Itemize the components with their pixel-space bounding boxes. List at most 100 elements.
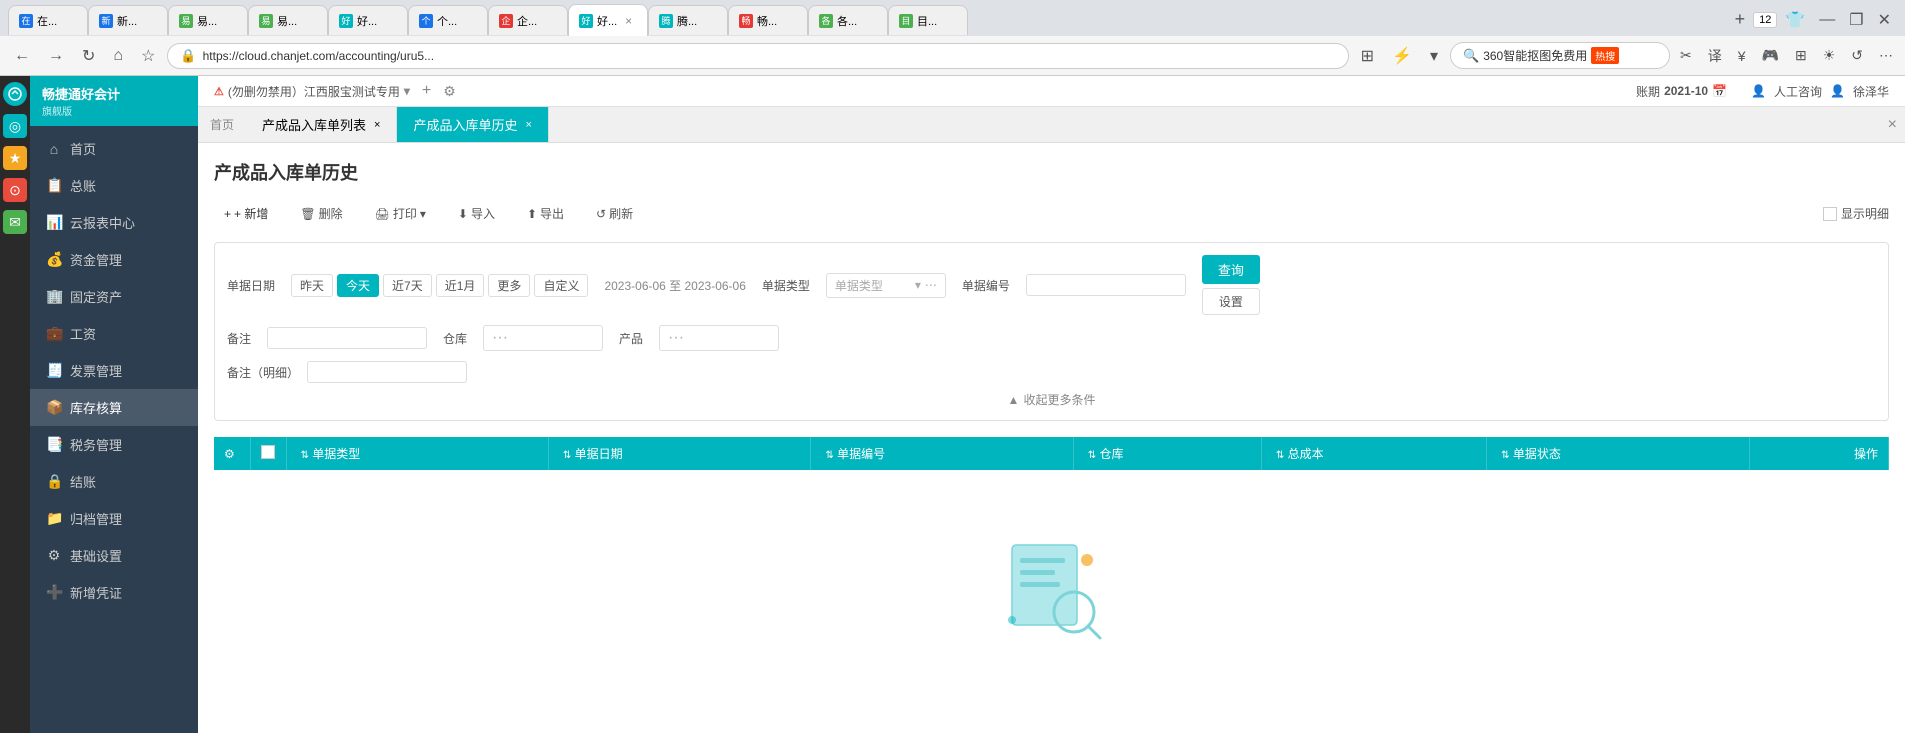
window-minimize-button[interactable]: — bbox=[1813, 9, 1841, 31]
back-button[interactable]: ← bbox=[8, 43, 36, 69]
table-header-total-cost[interactable]: ⇅ 总成本 bbox=[1261, 437, 1486, 470]
home-button[interactable]: ⌂ bbox=[107, 43, 129, 69]
dropdown-button[interactable]: ▾ bbox=[1424, 42, 1444, 70]
setting-button[interactable]: 设置 bbox=[1202, 288, 1260, 315]
collapse-filters-button[interactable]: ▲ 收起更多条件 bbox=[1008, 391, 1096, 408]
user-actions-area: 👤 人工咨询 👤 徐泽华 bbox=[1751, 83, 1889, 100]
remark-detail-input[interactable] bbox=[307, 361, 467, 383]
company-settings-button[interactable]: ⚙ bbox=[443, 83, 456, 100]
table-header-checkbox[interactable] bbox=[250, 437, 286, 470]
table-header-gear[interactable]: ⚙ bbox=[214, 437, 250, 470]
table-header-doc-no[interactable]: ⇅ 单据编号 bbox=[811, 437, 1073, 470]
browser-tab-10[interactable]: 畅 畅... bbox=[728, 5, 808, 35]
new-tab-button[interactable]: + bbox=[1729, 7, 1752, 32]
sidebar-item-tax[interactable]: 📑 税务管理 bbox=[30, 426, 198, 463]
doc-type-select[interactable]: 单据类型 ▾ ⋯ bbox=[826, 273, 946, 298]
browser-tab-12[interactable]: 目 目... bbox=[888, 5, 968, 35]
date-btn-custom[interactable]: 自定义 bbox=[534, 274, 588, 297]
window-maximize-button[interactable]: ❐ bbox=[1843, 8, 1869, 32]
breadcrumb-home[interactable]: 首页 bbox=[198, 108, 246, 141]
service-label[interactable]: 人工咨询 bbox=[1774, 83, 1822, 100]
product-select[interactable]: ··· bbox=[659, 325, 779, 351]
settings-tool[interactable]: ⋯ bbox=[1875, 45, 1897, 66]
app-logo-icon[interactable] bbox=[3, 82, 27, 106]
sidebar-icon-2[interactable]: ★ bbox=[3, 146, 27, 170]
url-bar[interactable]: 🔒 https://cloud.chanjet.com/accounting/u… bbox=[167, 43, 1348, 69]
sidebar-item-reports[interactable]: 📊 云报表中心 bbox=[30, 204, 198, 241]
window-shirt-icon[interactable]: 👕 bbox=[1779, 8, 1811, 32]
undo-tool[interactable]: ↺ bbox=[1847, 45, 1867, 66]
sidebar-item-home[interactable]: ⌂ 首页 bbox=[30, 130, 198, 167]
sidebar-item-payroll[interactable]: 💼 工资 bbox=[30, 315, 198, 352]
search-bar[interactable]: 🔍 360智能抠图免费用 热搜 bbox=[1450, 42, 1670, 69]
browser-tab-9[interactable]: 腾 腾... bbox=[648, 5, 728, 35]
sidebar-item-closing[interactable]: 🔒 结账 bbox=[30, 463, 198, 500]
browser-tab-1[interactable]: 在 在... bbox=[8, 5, 88, 35]
doc-no-input[interactable] bbox=[1026, 274, 1186, 296]
refresh-page-button[interactable]: ↺ 刷新 bbox=[586, 201, 643, 226]
export-button[interactable]: ⬆ 导出 bbox=[517, 201, 574, 226]
tab-2-favicon: 新 bbox=[99, 14, 113, 28]
content-tab-history-close-icon[interactable]: × bbox=[525, 119, 531, 131]
content-tab-history[interactable]: 产成品入库单历史 × bbox=[397, 107, 548, 142]
table-header-warehouse[interactable]: ⇅ 仓库 bbox=[1073, 437, 1261, 470]
browser-tab-2[interactable]: 新 新... bbox=[88, 5, 168, 35]
browser-tab-6[interactable]: 个 个... bbox=[408, 5, 488, 35]
currency-tool[interactable]: ¥ bbox=[1734, 46, 1750, 66]
select-all-checkbox[interactable] bbox=[261, 445, 275, 459]
sidebar-icon-1[interactable]: ◎ bbox=[3, 114, 27, 138]
import-button[interactable]: ⬇ 导入 bbox=[448, 201, 505, 226]
sidebar-item-finance[interactable]: 💰 资金管理 bbox=[30, 241, 198, 278]
tab-9-favicon: 腾 bbox=[659, 14, 673, 28]
company-name: (勿删勿禁用）江西服宝测试专用 bbox=[228, 83, 400, 100]
sidebar-item-newentry[interactable]: ➕ 新增凭证 bbox=[30, 574, 198, 611]
warehouse-select[interactable]: ··· bbox=[483, 325, 603, 351]
game-tool[interactable]: 🎮 bbox=[1758, 45, 1783, 66]
browser-tab-3[interactable]: 易 易... bbox=[168, 5, 248, 35]
sidebar-item-ledger[interactable]: 📋 总账 bbox=[30, 167, 198, 204]
date-btn-more[interactable]: 更多 bbox=[488, 274, 530, 297]
refresh-button[interactable]: ↻ bbox=[76, 42, 101, 70]
sidebar-icon-3[interactable]: ⊙ bbox=[3, 178, 27, 202]
show-cols-checkbox[interactable] bbox=[1823, 207, 1837, 221]
query-button[interactable]: 查询 bbox=[1202, 255, 1260, 284]
calendar-icon[interactable]: 📅 bbox=[1712, 84, 1727, 98]
browser-tab-5[interactable]: 好 好... bbox=[328, 5, 408, 35]
scissors-tool[interactable]: ✂ bbox=[1676, 45, 1696, 66]
browser-tab-7[interactable]: 企 企... bbox=[488, 5, 568, 35]
tab-panel-close-button[interactable]: × bbox=[1880, 116, 1905, 134]
company-selector[interactable]: ⚠ (勿删勿禁用）江西服宝测试专用 ▾ bbox=[214, 83, 410, 100]
print-button[interactable]: 🖨 打印 ▾ bbox=[365, 201, 436, 226]
bookmark-button[interactable]: ☆ bbox=[135, 42, 161, 70]
delete-button[interactable]: 🗑 删除 bbox=[290, 201, 352, 226]
content-tab-list[interactable]: 产成品入库单列表 × bbox=[246, 107, 397, 142]
date-btn-last7[interactable]: 近7天 bbox=[383, 274, 432, 297]
date-btn-last-month[interactable]: 近1月 bbox=[436, 274, 485, 297]
tab-8-close-icon[interactable]: × bbox=[625, 14, 632, 28]
lightning-button[interactable]: ⚡ bbox=[1386, 42, 1418, 70]
content-tab-list-close-icon[interactable]: × bbox=[374, 119, 380, 131]
sidebar-item-assets[interactable]: 🏢 固定资产 bbox=[30, 278, 198, 315]
add-company-button[interactable]: + bbox=[422, 82, 431, 100]
browser-tab-11[interactable]: 各 各... bbox=[808, 5, 888, 35]
browser-tab-4[interactable]: 易 易... bbox=[248, 5, 328, 35]
sidebar-icon-4[interactable]: ✉ bbox=[3, 210, 27, 234]
translate-tool[interactable]: 译 bbox=[1704, 44, 1726, 68]
browser-tab-8-active[interactable]: 好 好... × bbox=[568, 4, 648, 36]
window-close-button[interactable]: ✕ bbox=[1872, 8, 1897, 32]
sidebar-item-inventory[interactable]: 📦 库存核算 bbox=[30, 389, 198, 426]
remark-input[interactable] bbox=[267, 327, 427, 349]
table-header-doc-status[interactable]: ⇅ 单据状态 bbox=[1487, 437, 1749, 470]
theme-tool[interactable]: ☀ bbox=[1819, 45, 1840, 66]
sidebar-item-settings[interactable]: ⚙ 基础设置 bbox=[30, 537, 198, 574]
date-btn-yesterday[interactable]: 昨天 bbox=[291, 274, 333, 297]
sidebar-item-archive[interactable]: 📁 归档管理 bbox=[30, 500, 198, 537]
grid-tool[interactable]: ⊞ bbox=[1791, 45, 1811, 66]
extensions-button[interactable]: ⊞ bbox=[1355, 42, 1380, 70]
sidebar-item-invoice[interactable]: 🧾 发票管理 bbox=[30, 352, 198, 389]
add-button[interactable]: + + 新增 bbox=[214, 201, 278, 226]
forward-button[interactable]: → bbox=[42, 43, 70, 69]
date-btn-today[interactable]: 今天 bbox=[337, 274, 379, 297]
table-header-doc-type[interactable]: ⇅ 单据类型 bbox=[286, 437, 548, 470]
table-header-doc-date[interactable]: ⇅ 单据日期 bbox=[548, 437, 810, 470]
